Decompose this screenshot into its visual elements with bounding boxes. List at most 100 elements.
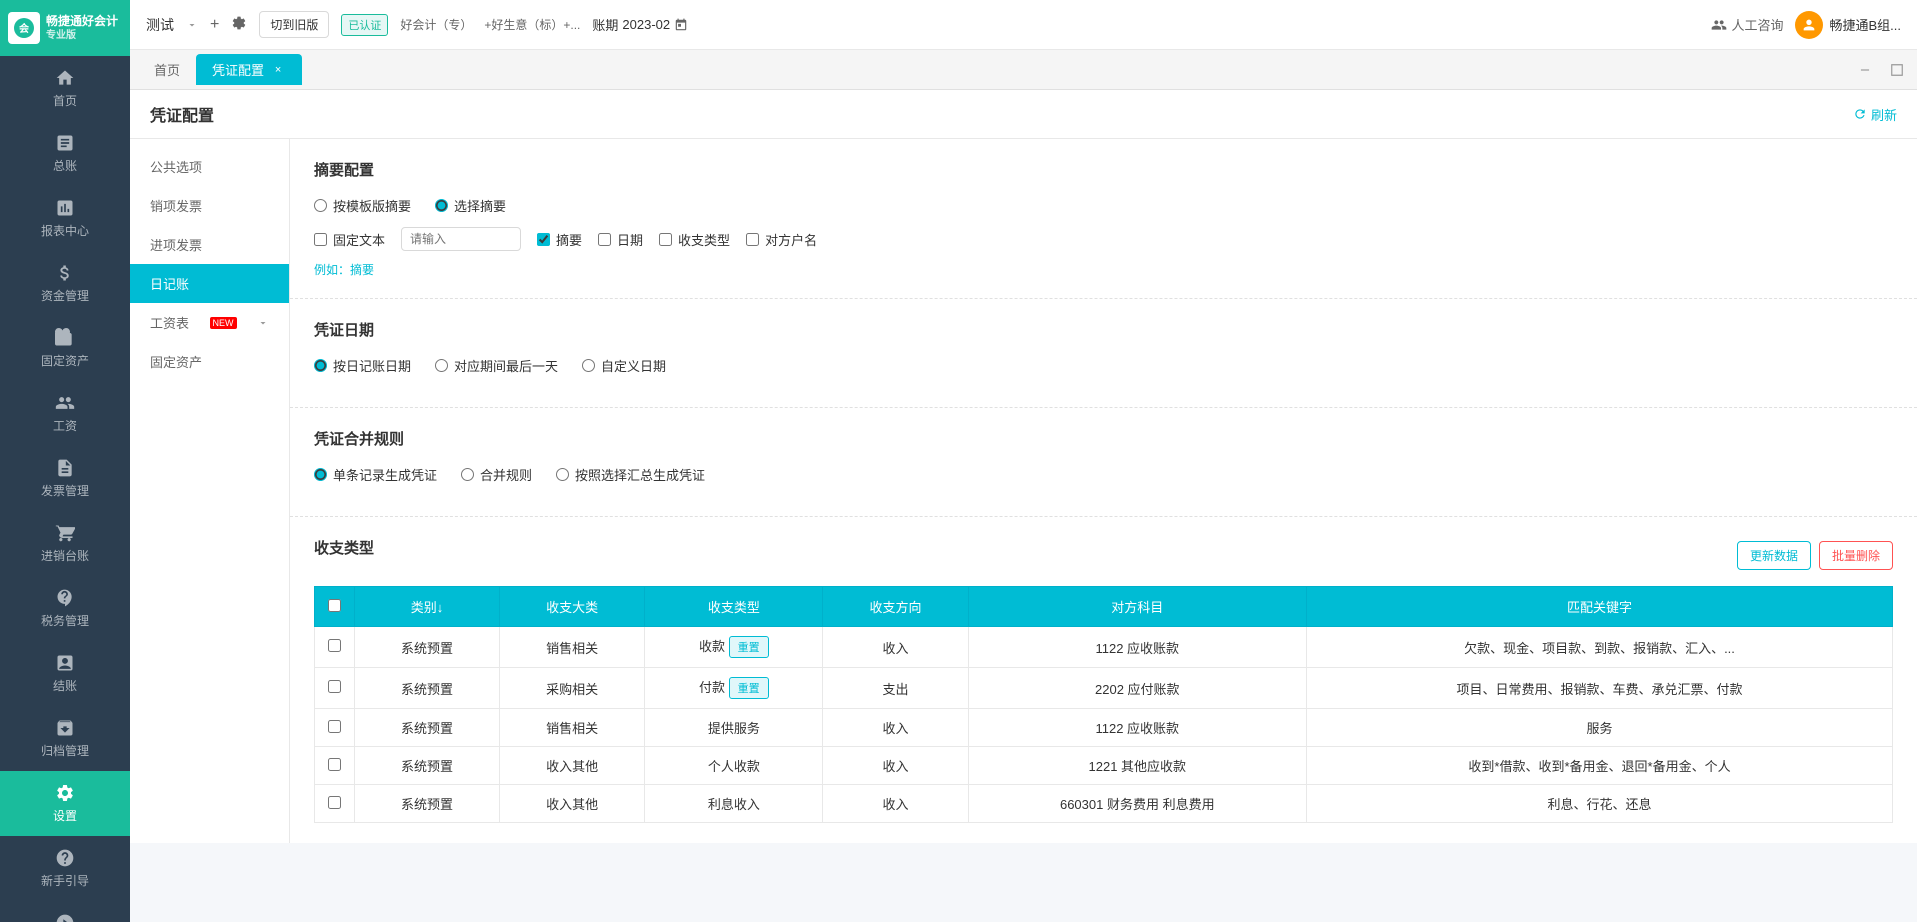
sidebar-item-settings[interactable]: 设置 (0, 771, 130, 836)
merge-rules-title: 凭证合并规则 (314, 428, 1893, 449)
row-checkbox-5[interactable] (315, 785, 355, 823)
table-header-row: 收支类型 更新数据 批量删除 (314, 537, 1893, 574)
checkbox-fixed-text[interactable]: 固定文本 (314, 230, 385, 249)
batch-delete-button[interactable]: 批量删除 (1819, 541, 1893, 570)
menu-item-journal[interactable]: 日记账 (130, 264, 289, 303)
voucher-date-title: 凭证日期 (314, 319, 1893, 340)
topbar-dropdown[interactable] (186, 19, 198, 31)
income-expense-section: 收支类型 更新数据 批量删除 (290, 517, 1917, 843)
row-direction-4: 收入 (823, 747, 968, 785)
reset-button-1[interactable]: 重置 (729, 636, 769, 658)
sidebar-item-close[interactable]: 结账 (0, 641, 130, 706)
menu-item-fixed-asset[interactable]: 固定资产 (130, 342, 289, 381)
row-major-type-4: 收入其他 (500, 747, 645, 785)
row-type-3: 提供服务 (645, 709, 823, 747)
row-direction-3: 收入 (823, 709, 968, 747)
checkbox-date[interactable]: 日期 (598, 230, 643, 249)
svg-text:会: 会 (19, 22, 29, 35)
menu-item-public[interactable]: 公共选项 (130, 147, 289, 186)
example-text: 例如：摘要 (314, 261, 1893, 278)
topbar: 测试 + 切到旧版 已认证 好会计（专） +好生意（标）+... 账期 2023… (130, 0, 1917, 50)
merge-rules-section: 凭证合并规则 单条记录生成凭证 合并规则 (290, 408, 1917, 517)
help-button[interactable]: 人工咨询 (1711, 15, 1783, 34)
summary-config-section: 摘要配置 按模板版摘要 选择摘要 (290, 139, 1917, 299)
row-major-type-2: 采购相关 (500, 668, 645, 709)
update-data-button[interactable]: 更新数据 (1737, 541, 1811, 570)
content-area: 凭证配置 刷新 公共选项 销项发票 进项发票 (130, 90, 1917, 922)
row-category-1: 系统预置 (355, 627, 500, 668)
row-category-4: 系统预置 (355, 747, 500, 785)
reset-button-2[interactable]: 重置 (729, 677, 769, 699)
topbar-period: 账期 2023-02 (592, 15, 688, 34)
sidebar: 会 畅捷通好会计 专业版 首页 总账 报表中心 资金管 (0, 0, 130, 922)
row-checkbox-1[interactable] (315, 627, 355, 668)
menu-item-salary-table[interactable]: 工资表 NEW (130, 303, 289, 342)
sidebar-item-invoice[interactable]: 发票管理 (0, 446, 130, 511)
row-checkbox-4[interactable] (315, 747, 355, 785)
topbar-gear[interactable] (231, 15, 247, 34)
radio-summary-generate[interactable]: 按照选择汇总生成凭证 (556, 465, 705, 484)
row-major-type-3: 销售相关 (500, 709, 645, 747)
voucher-date-section: 凭证日期 按日记账日期 对应期间最后一天 (290, 299, 1917, 408)
sidebar-item-home[interactable]: 首页 (0, 56, 130, 121)
fixed-text-input[interactable] (401, 227, 521, 251)
sidebar-item-report[interactable]: 报表中心 (0, 186, 130, 251)
menu-item-purchase-invoice[interactable]: 进项发票 (130, 225, 289, 264)
checkbox-row: 固定文本 摘要 日期 (314, 227, 1893, 251)
row-direction-1: 收入 (823, 627, 968, 668)
checkbox-counterpart-name[interactable]: 对方户名 (746, 230, 817, 249)
row-account-2: 2202 应付账款 (968, 668, 1306, 709)
select-all-checkbox[interactable] (328, 599, 341, 612)
sidebar-item-member[interactable]: 畅会员 (0, 901, 130, 922)
th-account: 对方科目 (968, 587, 1306, 627)
radio-journal-date[interactable]: 按日记账日期 (314, 356, 411, 375)
radio-single-record[interactable]: 单条记录生成凭证 (314, 465, 437, 484)
radio-template-summary[interactable]: 按模板版摘要 (314, 196, 411, 215)
topbar-plus[interactable]: + (210, 16, 219, 34)
tab-close-icon[interactable]: × (270, 62, 286, 78)
topbar-title: 测试 (146, 15, 174, 35)
tab-voucher-config[interactable]: 凭证配置 × (196, 54, 302, 85)
radio-period-last-day[interactable]: 对应期间最后一天 (435, 356, 558, 375)
sidebar-item-purchase[interactable]: 进销台账 (0, 511, 130, 576)
checkbox-income-type[interactable]: 收支类型 (659, 230, 730, 249)
sidebar-item-salary[interactable]: 工资 (0, 381, 130, 446)
maximize-button[interactable] (1885, 58, 1909, 82)
table-row: 系统预置 销售相关 收款 重置 收入 1122 应收账款 欠款、现金、项目款、到… (315, 627, 1893, 668)
table-actions: 更新数据 批量删除 (1737, 541, 1893, 570)
refresh-button[interactable]: 刷新 (1853, 105, 1897, 124)
sidebar-nav: 首页 总账 报表中心 资金管理 固定资产 工资 (0, 56, 130, 922)
page-title: 凭证配置 (150, 102, 214, 126)
sidebar-item-archive[interactable]: 归档管理 (0, 706, 130, 771)
sidebar-item-ledger[interactable]: 总账 (0, 121, 130, 186)
radio-select-summary[interactable]: 选择摘要 (435, 196, 506, 215)
sidebar-item-guide[interactable]: 新手引导 (0, 836, 130, 901)
th-type: 收支类型 (645, 587, 823, 627)
sidebar-item-tax[interactable]: 税务管理 (0, 576, 130, 641)
switch-version-button[interactable]: 切到旧版 (259, 11, 329, 38)
row-account-3: 1122 应收账款 (968, 709, 1306, 747)
row-type-1: 收款 重置 (645, 627, 823, 668)
sidebar-item-fund[interactable]: 资金管理 (0, 251, 130, 316)
row-keywords-3: 服务 (1306, 709, 1892, 747)
user-menu[interactable]: 畅捷通B组... (1795, 11, 1901, 39)
row-checkbox-2[interactable] (315, 668, 355, 709)
radio-custom-date[interactable]: 自定义日期 (582, 356, 666, 375)
radio-merge-rule[interactable]: 合并规则 (461, 465, 532, 484)
checkbox-summary[interactable]: 摘要 (537, 230, 582, 249)
row-direction-2: 支出 (823, 668, 968, 709)
row-keywords-1: 欠款、现金、项目款、到款、报销款、汇入、... (1306, 627, 1892, 668)
tab-home[interactable]: 首页 (138, 54, 196, 85)
merge-rules-radio-group: 单条记录生成凭证 合并规则 按照选择汇总生成凭证 (314, 465, 1893, 484)
topbar-right: 人工咨询 畅捷通B组... (1711, 11, 1901, 39)
menu-item-sales-invoice[interactable]: 销项发票 (130, 186, 289, 225)
table-row: 系统预置 销售相关 提供服务 收入 1122 应收账款 服务 (315, 709, 1893, 747)
row-account-1: 1122 应收账款 (968, 627, 1306, 668)
th-checkbox[interactable] (315, 587, 355, 627)
certified-tag: 已认证 (341, 14, 388, 36)
income-expense-title: 收支类型 (314, 537, 374, 558)
sidebar-item-asset[interactable]: 固定资产 (0, 316, 130, 381)
row-type-2: 付款 重置 (645, 668, 823, 709)
row-checkbox-3[interactable] (315, 709, 355, 747)
minimize-button[interactable] (1853, 58, 1877, 82)
